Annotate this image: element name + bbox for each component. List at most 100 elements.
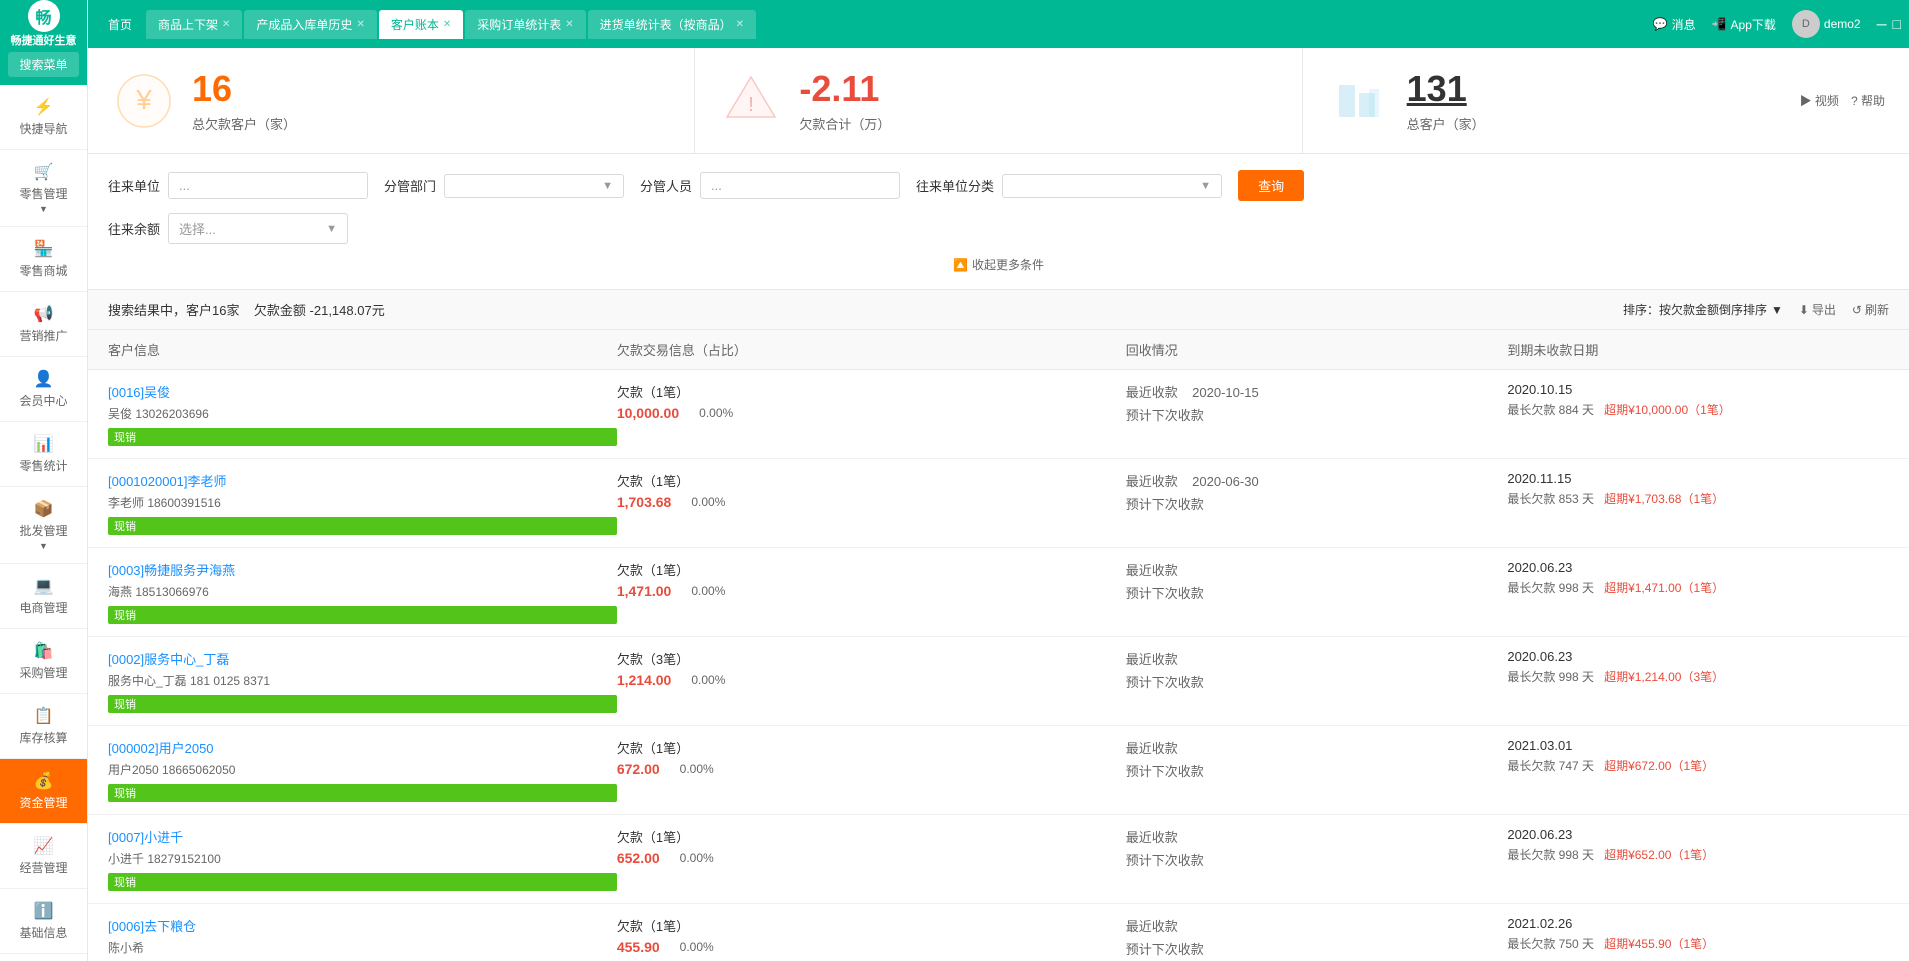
tab-home[interactable]: 首页: [96, 10, 144, 39]
debt-ratio-6: 0.00%: [680, 940, 714, 954]
stat-number-owed: 16: [192, 68, 670, 110]
tab-production-history[interactable]: 产成品入库单历史 ✕: [244, 10, 376, 39]
col-header-customer: 客户信息: [108, 340, 617, 359]
tab-purchase-order[interactable]: 采购订单统计表 ✕: [465, 10, 585, 39]
filter-group-balance: 往来余额 选择... ▼: [108, 213, 348, 244]
debt-info-1: 欠款（1笔） 1,703.68 0.00%: [617, 471, 1126, 510]
video-link[interactable]: ▶ 视频: [1800, 92, 1839, 109]
sidebar-item-quick-nav[interactable]: ⚡ 快捷导航: [0, 85, 87, 150]
ecommerce-icon: 💻: [34, 576, 54, 596]
debt-ratio-1: 0.00%: [691, 495, 725, 509]
basic-info-icon: ℹ️: [34, 901, 54, 921]
tab-close-production[interactable]: ✕: [356, 19, 364, 30]
collapse-filter-button[interactable]: 🔼 收起更多条件: [108, 256, 1889, 273]
recovery-info-3: 最近收款 预计下次收款: [1126, 649, 1508, 691]
sidebar-item-label: 快捷导航: [19, 120, 67, 137]
stat-label-amount: 欠款合计（万）: [799, 114, 1277, 133]
app-download-button[interactable]: 📲 App下载: [1712, 16, 1776, 33]
sidebar-item-batch-mgmt[interactable]: 📦 批发管理: [0, 487, 87, 564]
sidebar-item-retail-mall[interactable]: 🏪 零售商城: [0, 227, 87, 292]
filter-select-category[interactable]: ▼: [1002, 174, 1222, 198]
tab-close-stats[interactable]: ✕: [736, 19, 744, 30]
filter-select-balance[interactable]: 选择... ▼: [168, 213, 348, 244]
overdue-amount-link-1[interactable]: 超期¥1,703.68（1笔）: [1604, 492, 1724, 506]
retail-stats-icon: 📊: [34, 434, 54, 454]
filter-input-person[interactable]: ...: [700, 172, 900, 199]
tab-goods-offline[interactable]: 商品上下架 ✕: [146, 10, 242, 39]
customer-name-2[interactable]: [0003]畅捷服务尹海燕: [108, 560, 617, 579]
sidebar-item-label: 零售商城: [19, 262, 67, 279]
debt-amount-1: 1,703.68: [617, 494, 672, 510]
chevron-up-icon: 🔼: [953, 258, 968, 272]
sidebar-item-operations[interactable]: 📈 经营管理: [0, 824, 87, 889]
sidebar-item-inventory[interactable]: 📋 库存核算: [0, 694, 87, 759]
customer-name-3[interactable]: [0002]服务中心_丁磊: [108, 649, 617, 668]
customer-name-5[interactable]: [0007]小进千: [108, 827, 617, 846]
stat-number-amount: -2.11: [799, 68, 1277, 110]
help-icon: ?: [1851, 94, 1858, 108]
sidebar-item-system[interactable]: ⚙️ 系统管理: [0, 954, 87, 961]
sidebar-item-purchase[interactable]: 🛍️ 采购管理: [0, 629, 87, 694]
debt-ratio-4: 0.00%: [680, 762, 714, 776]
customer-name-6[interactable]: [0006]去下粮仓: [108, 916, 617, 935]
customer-name-1[interactable]: [0001020001]李老师: [108, 471, 617, 490]
user-menu[interactable]: D demo2: [1792, 10, 1861, 38]
sort-select[interactable]: 排序：按欠款金额倒序排序 ▼: [1623, 301, 1783, 318]
sidebar-item-retail-mgmt[interactable]: 🛒 零售管理: [0, 150, 87, 227]
sidebar-item-basic-info[interactable]: ℹ️ 基础信息: [0, 889, 87, 954]
export-button[interactable]: ⬇ 导出: [1799, 301, 1836, 318]
overdue-amount-link-6[interactable]: 超期¥455.90（1笔）: [1604, 937, 1714, 951]
sidebar-item-finance[interactable]: 💰 资金管理: [0, 759, 87, 824]
maximize-button[interactable]: □: [1893, 16, 1901, 32]
refresh-button[interactable]: ↺ 刷新: [1852, 301, 1889, 318]
debt-info-3: 欠款（3笔） 1,214.00 0.00%: [617, 649, 1126, 688]
overdue-info-0: 2020.10.15 最长欠款 884 天 超期¥10,000.00（1笔）: [1507, 382, 1889, 418]
sidebar-item-member[interactable]: 👤 会员中心: [0, 357, 87, 422]
tab-close-customer[interactable]: ✕: [443, 19, 451, 30]
debt-amount-4: 672.00: [617, 761, 660, 777]
window-controls: ─ □: [1877, 16, 1901, 32]
sidebar-item-label: 基础信息: [19, 924, 67, 941]
customer-info-1: [0001020001]李老师 李老师 18600391516 现销: [108, 471, 617, 535]
customer-name-0[interactable]: [0016]吴俊: [108, 382, 617, 401]
topbar: 首页 商品上下架 ✕ 产成品入库单历史 ✕ 客户账本 ✕ 采购订单统计表 ✕ 进…: [88, 0, 1909, 48]
stat-info-total: 131 总客户（家）: [1407, 68, 1784, 133]
filter-label-person: 分管人员: [640, 176, 692, 195]
retail-mall-icon: 🏪: [34, 239, 54, 259]
overdue-amount-link-4[interactable]: 超期¥672.00（1笔）: [1604, 759, 1714, 773]
tab-close-purchase[interactable]: ✕: [565, 19, 573, 30]
filter-select-dept[interactable]: ▼: [444, 174, 624, 198]
tab-customer-account[interactable]: 客户账本 ✕: [379, 10, 463, 39]
help-link[interactable]: ? 帮助: [1851, 92, 1885, 109]
message-button[interactable]: 💬 消息: [1653, 16, 1696, 33]
sidebar-item-ecommerce[interactable]: 💻 电商管理: [0, 564, 87, 629]
filter-input-unit[interactable]: ...: [168, 172, 368, 199]
customer-name-4[interactable]: [000002]用户2050: [108, 738, 617, 757]
content-area: ¥ 16 总欠款客户（家） ! -2.11 欠款合计（: [88, 48, 1909, 961]
recovery-info-6: 最近收款 预计下次收款: [1126, 916, 1508, 958]
export-icon: ⬇: [1799, 303, 1809, 317]
minimize-button[interactable]: ─: [1877, 16, 1887, 32]
sidebar-nav: ⚡ 快捷导航 🛒 零售管理 🏪 零售商城 📢 营销推广 👤 会员中心 📊 零售统…: [0, 85, 87, 961]
overdue-amount-link-5[interactable]: 超期¥652.00（1笔）: [1604, 848, 1714, 862]
stat-icon-owed: ¥: [112, 69, 176, 133]
search-menu-button[interactable]: 搜索菜单: [8, 52, 79, 77]
stat-label-owed: 总欠款客户（家）: [192, 114, 670, 133]
tab-purchase-stats[interactable]: 进货单统计表（按商品） ✕: [588, 10, 756, 39]
sidebar-item-marketing[interactable]: 📢 营销推广: [0, 292, 87, 357]
table-row: [0001020001]李老师 李老师 18600391516 现销 欠款（1笔…: [88, 459, 1909, 548]
retail-mgmt-icon: 🛒: [34, 162, 54, 182]
debt-amount-2: 1,471.00: [617, 583, 672, 599]
customer-info-3: [0002]服务中心_丁磊 服务中心_丁磊 181 0125 8371 现销: [108, 649, 617, 713]
sidebar-item-retail-stats[interactable]: 📊 零售统计: [0, 422, 87, 487]
chevron-down-icon-sort: ▼: [1771, 303, 1783, 317]
tab-close-goods-offline[interactable]: ✕: [222, 19, 230, 30]
overdue-amount-link-2[interactable]: 超期¥1,471.00（1笔）: [1604, 581, 1724, 595]
sidebar-item-label: 批发管理: [19, 522, 67, 539]
query-button[interactable]: 查询: [1238, 170, 1304, 201]
overdue-amount-link-3[interactable]: 超期¥1,214.00（3笔）: [1604, 670, 1724, 684]
debt-ratio-0: 0.00%: [699, 406, 733, 420]
download-icon: 📲: [1712, 17, 1727, 31]
col-header-overdue: 到期未收款日期: [1507, 340, 1889, 359]
overdue-amount-link-0[interactable]: 超期¥10,000.00（1笔）: [1604, 403, 1731, 417]
